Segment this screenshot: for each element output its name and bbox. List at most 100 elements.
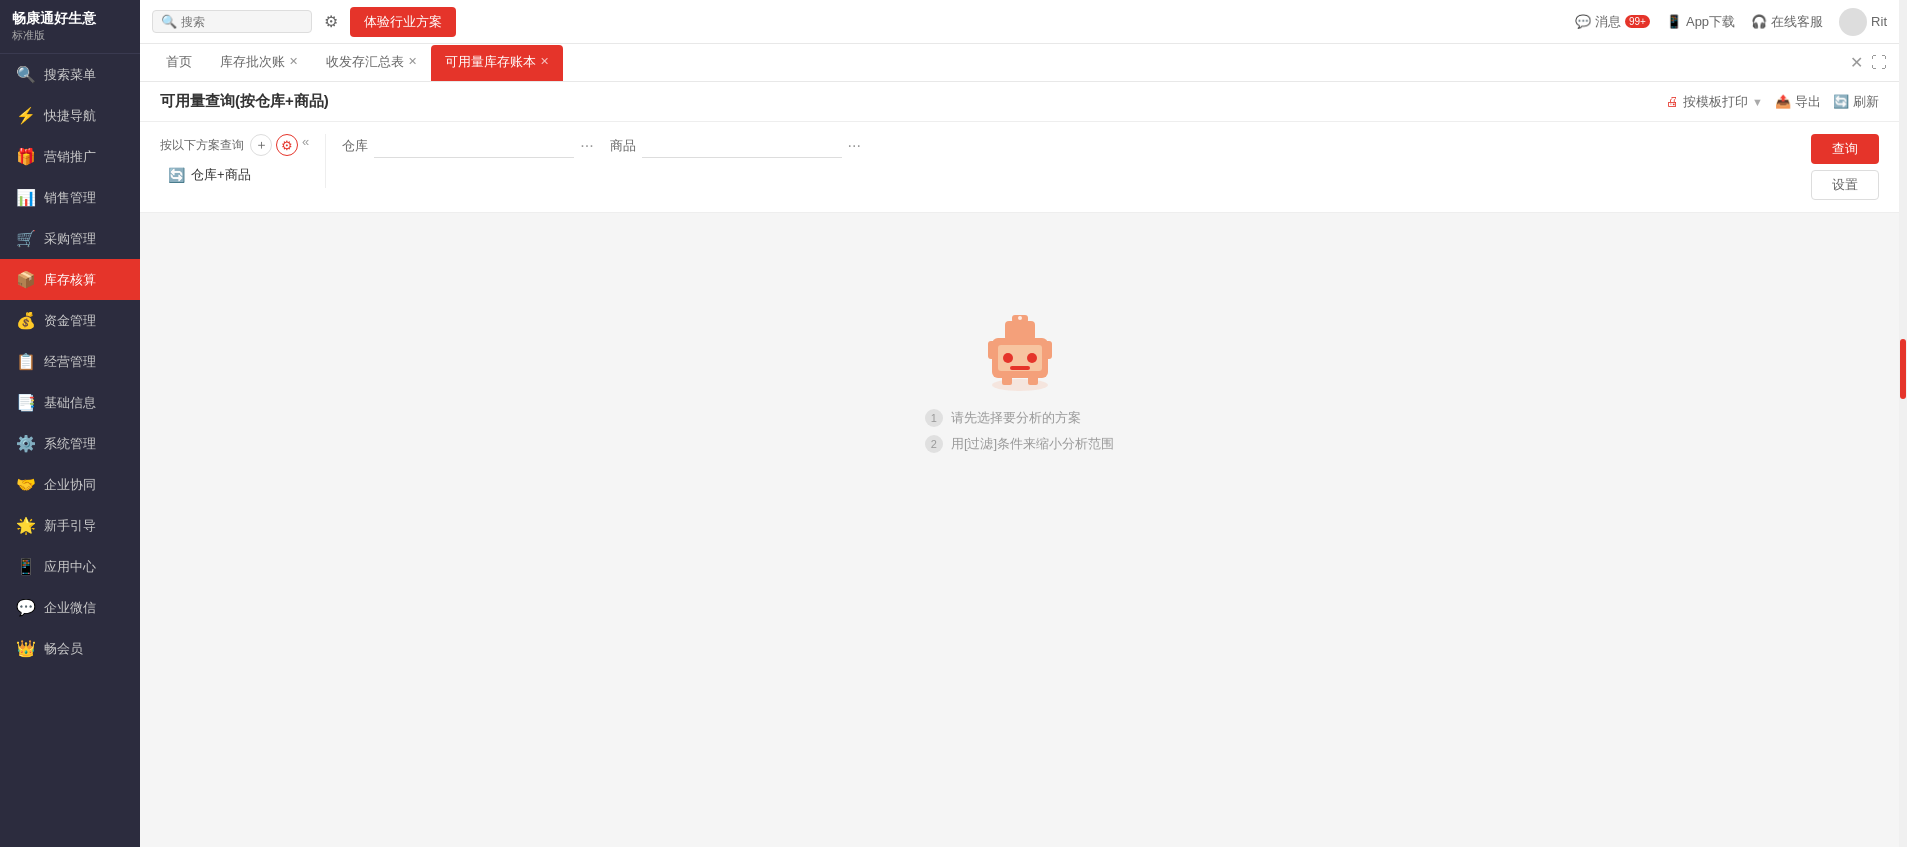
search-input[interactable] <box>181 15 301 29</box>
enterprise-wechat-icon: 💬 <box>16 598 36 617</box>
sidebar-item-enterprise-wechat[interactable]: 💬 企业微信 <box>0 587 140 628</box>
right-scrollbar[interactable] <box>1899 0 1907 847</box>
brand-name: 畅康通好生意 <box>12 10 128 28</box>
tab-recv-summary[interactable]: 收发存汇总表 ✕ <box>312 45 431 81</box>
expand-icon[interactable]: ⛶ <box>1871 54 1887 72</box>
refresh-button[interactable]: 🔄 刷新 <box>1833 93 1879 111</box>
export-button[interactable]: 📤 导出 <box>1775 93 1821 111</box>
system-icon: ⚙️ <box>16 434 36 453</box>
tip-num-1: 1 <box>925 409 943 427</box>
tab-available-qty[interactable]: 可用量库存账本 ✕ <box>431 45 563 81</box>
tab-close-batch-ledger[interactable]: ✕ <box>289 55 298 68</box>
message-badge: 99+ <box>1625 15 1650 28</box>
sidebar-item-newbie[interactable]: 🌟 新手引导 <box>0 505 140 546</box>
settings-button[interactable]: 设置 <box>1811 170 1879 200</box>
sidebar-item-inventory[interactable]: 📦 库存核算 <box>0 259 140 300</box>
scheme-item-warehouse-product[interactable]: 🔄 仓库+商品 <box>160 162 309 188</box>
svg-rect-11 <box>1028 375 1038 385</box>
warehouse-more-icon[interactable]: ··· <box>580 137 593 155</box>
svg-rect-10 <box>1002 375 1012 385</box>
sidebar-item-quick-nav[interactable]: ⚡ 快捷导航 <box>0 95 140 136</box>
purchase-icon: 🛒 <box>16 229 36 248</box>
edit-scheme-button[interactable]: ⚙ <box>276 134 298 156</box>
sidebar-item-member[interactable]: 👑 畅会员 <box>0 628 140 669</box>
scheme-item-icon: 🔄 <box>168 167 185 183</box>
user-area[interactable]: Rit <box>1839 8 1887 36</box>
filter-actions: 查询 设置 <box>1811 134 1879 200</box>
operations-icon: 📋 <box>16 352 36 371</box>
sidebar-item-sales[interactable]: 📊 销售管理 <box>0 177 140 218</box>
product-input[interactable] <box>642 134 842 158</box>
sidebar-item-label: 快捷导航 <box>44 107 96 125</box>
page-content: 可用量查询(按仓库+商品) 🖨 按模板打印 ▼ 📤 导出 🔄 刷新 <box>140 82 1899 847</box>
chevron-down-icon[interactable]: ▼ <box>1752 96 1763 108</box>
warehouse-label: 仓库 <box>342 137 368 155</box>
filter-fields: 仓库 ··· 商品 ··· <box>342 134 1795 158</box>
sidebar-item-app-center[interactable]: 📱 应用中心 <box>0 546 140 587</box>
user-name: Rit <box>1871 14 1887 29</box>
tab-close-recv-summary[interactable]: ✕ <box>408 55 417 68</box>
avatar <box>1839 8 1867 36</box>
svg-rect-9 <box>1044 341 1052 359</box>
tab-home[interactable]: 首页 <box>152 45 206 81</box>
sidebar-item-label: 新手引导 <box>44 517 96 535</box>
warehouse-input[interactable] <box>374 134 574 158</box>
product-label: 商品 <box>610 137 636 155</box>
sidebar-item-label: 企业协同 <box>44 476 96 494</box>
brand-area: 畅康通好生意 标准版 <box>0 0 140 54</box>
tip-text-1: 请先选择要分析的方案 <box>951 409 1081 427</box>
topbar-search-box[interactable]: 🔍 <box>152 10 312 33</box>
filter-area: 按以下方案查询 ＋ ⚙ « 🔄 仓库+商品 仓库 <box>140 122 1899 213</box>
product-more-icon[interactable]: ··· <box>848 137 861 155</box>
sidebar-item-basic-info[interactable]: 📑 基础信息 <box>0 382 140 423</box>
message-icon: 💬 <box>1575 14 1591 29</box>
filter-field-warehouse: 仓库 ··· <box>342 134 593 158</box>
app-download-label: App下载 <box>1686 13 1735 31</box>
sidebar-item-search[interactable]: 🔍 搜索菜单 <box>0 54 140 95</box>
sidebar-item-purchase[interactable]: 🛒 采购管理 <box>0 218 140 259</box>
sidebar-item-operations[interactable]: 📋 经营管理 <box>0 341 140 382</box>
app-download-icon: 📱 <box>1666 14 1682 29</box>
svg-rect-8 <box>988 341 996 359</box>
sidebar-item-finance[interactable]: 💰 资金管理 <box>0 300 140 341</box>
empty-tip-2: 2 用[过滤]条件来缩小分析范围 <box>925 435 1114 453</box>
trial-button[interactable]: 体验行业方案 <box>350 7 456 37</box>
online-service-label: 在线客服 <box>1771 13 1823 31</box>
sidebar-item-enterprise[interactable]: 🤝 企业协同 <box>0 464 140 505</box>
search-nav-icon: 🔍 <box>16 65 36 84</box>
add-scheme-button[interactable]: ＋ <box>250 134 272 156</box>
svg-point-12 <box>1018 316 1022 320</box>
filter-scheme-panel: 按以下方案查询 ＋ ⚙ « 🔄 仓库+商品 <box>160 134 326 188</box>
scheme-collapse-icon[interactable]: « <box>302 134 309 156</box>
tabs-bar: 首页 库存批次账 ✕ 收发存汇总表 ✕ 可用量库存账本 ✕ ✕ ⛶ <box>140 44 1899 82</box>
svg-point-0 <box>992 379 1048 391</box>
inventory-icon: 📦 <box>16 270 36 289</box>
sidebar-item-label: 资金管理 <box>44 312 96 330</box>
sidebar-item-label: 销售管理 <box>44 189 96 207</box>
online-service-button[interactable]: 🎧 在线客服 <box>1751 13 1823 31</box>
sidebar-item-label: 系统管理 <box>44 435 96 453</box>
close-window-icon[interactable]: ✕ <box>1850 53 1863 72</box>
sidebar-item-label: 搜索菜单 <box>44 66 96 84</box>
svg-point-3 <box>1003 353 1013 363</box>
scheme-label: 按以下方案查询 <box>160 137 244 154</box>
topbar: 🔍 ⚙ 体验行业方案 💬 消息 99+ 📱 App下载 🎧 在线客服 Rit <box>140 0 1899 44</box>
sidebar-item-system[interactable]: ⚙️ 系统管理 <box>0 423 140 464</box>
tab-batch-ledger[interactable]: 库存批次账 ✕ <box>206 45 312 81</box>
finance-icon: 💰 <box>16 311 36 330</box>
print-button[interactable]: 🖨 按模板打印 ▼ <box>1666 93 1763 111</box>
message-button[interactable]: 💬 消息 99+ <box>1575 13 1650 31</box>
message-label: 消息 <box>1595 13 1621 31</box>
enterprise-icon: 🤝 <box>16 475 36 494</box>
page-header-actions: 🖨 按模板打印 ▼ 📤 导出 🔄 刷新 <box>1666 93 1879 111</box>
quick-nav-icon: ⚡ <box>16 106 36 125</box>
print-icon: 🖨 <box>1666 94 1679 109</box>
sidebar-item-marketing[interactable]: 🎁 营销推广 <box>0 136 140 177</box>
gear-icon[interactable]: ⚙ <box>320 8 342 35</box>
sidebar-item-label: 基础信息 <box>44 394 96 412</box>
filter-field-product: 商品 ··· <box>610 134 861 158</box>
query-button[interactable]: 查询 <box>1811 134 1879 164</box>
app-download-button[interactable]: 📱 App下载 <box>1666 13 1735 31</box>
tip-text-2: 用[过滤]条件来缩小分析范围 <box>951 435 1114 453</box>
tab-close-available-qty[interactable]: ✕ <box>540 55 549 68</box>
